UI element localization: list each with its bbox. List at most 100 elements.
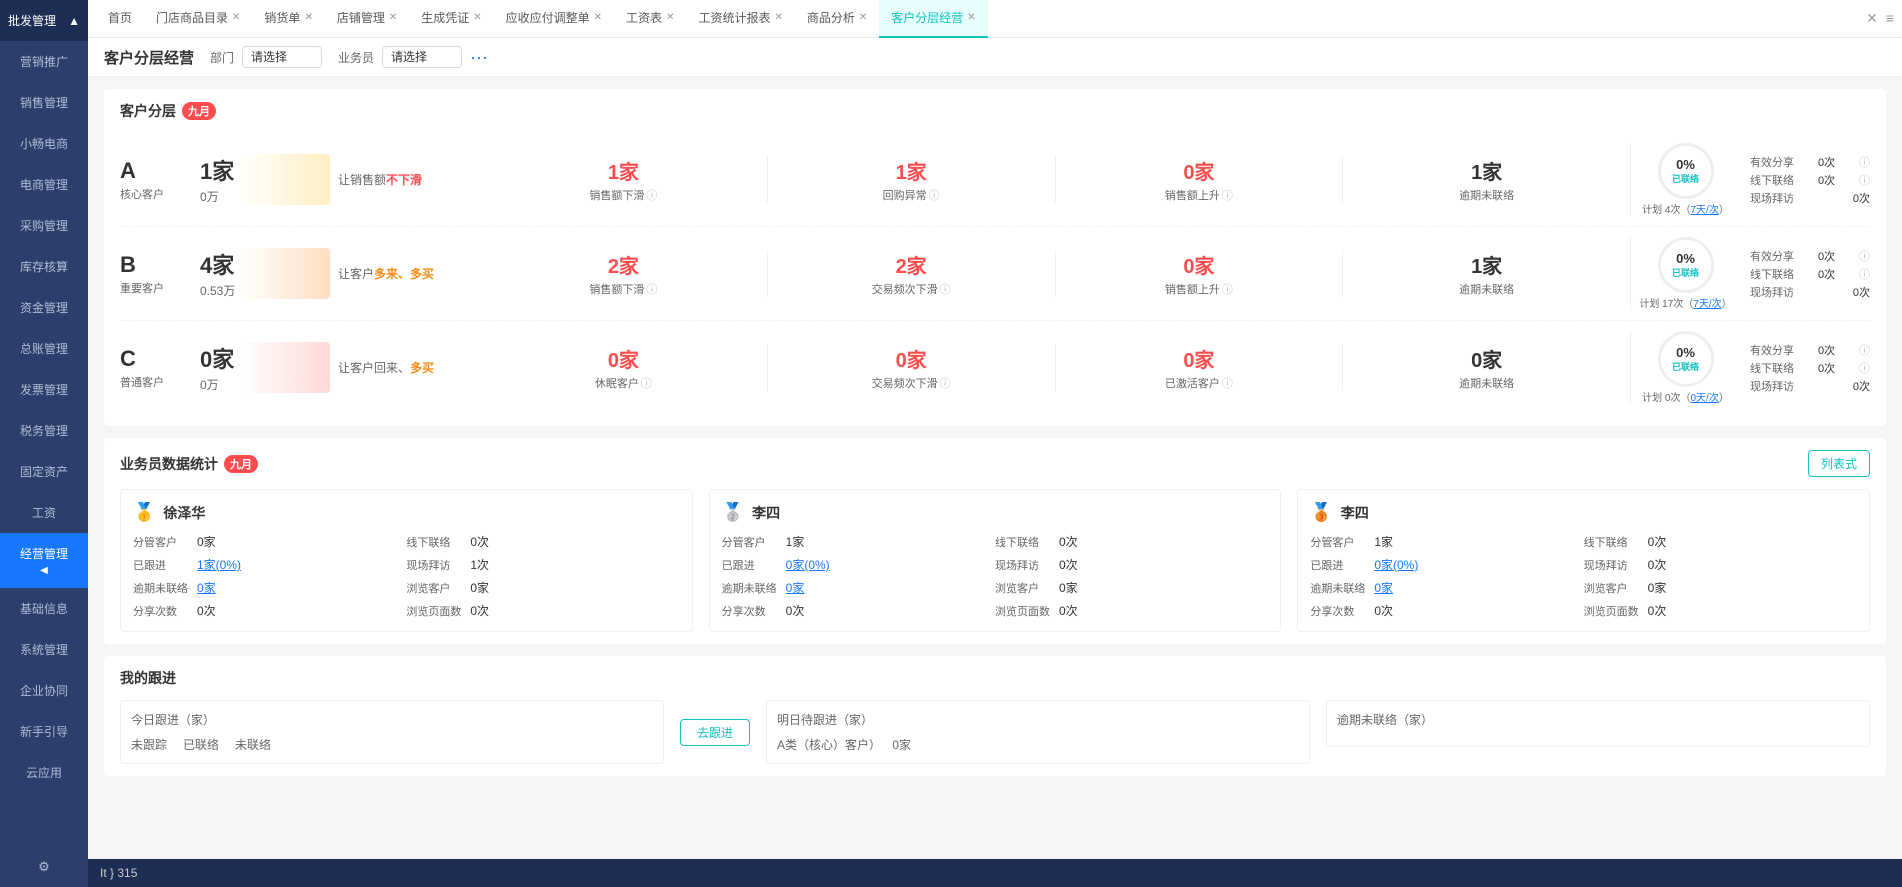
tab-close-icon[interactable]: ✕	[594, 12, 602, 23]
sidebar-item-kucun[interactable]: 库存核算	[0, 246, 88, 287]
followup-title: 我的跟进	[120, 668, 1870, 688]
filter-more-icon[interactable]: ···	[470, 47, 488, 68]
tab-close-icon[interactable]: ✕	[967, 12, 975, 23]
tier-b-metrics: 2家 销售额下滑 ⓘ 2家 交易频次下滑 ⓘ 0家 销售额上升 ⓘ 1家 逾期未…	[480, 250, 1630, 297]
sidebar-item-zhangzhang[interactable]: 总账管理	[0, 328, 88, 369]
sidebar-item-gudingzichan[interactable]: 固定资产	[0, 451, 88, 492]
biz-stats-title: 业务员数据统计 九月	[120, 454, 258, 474]
stat-row: 浏览客户 0家	[995, 579, 1268, 596]
sidebar-item-label: 小畅电商	[4, 135, 84, 152]
tier-b-metric-2: 2家 交易频次下滑 ⓘ	[768, 250, 1056, 297]
sidebar-item-xiaoshou[interactable]: 销售管理	[0, 82, 88, 123]
medal-bronze-icon: 🥉	[1310, 502, 1332, 523]
settings-icon[interactable]: ⚙	[0, 847, 88, 887]
stat-row: 浏览客户 0家	[406, 579, 679, 596]
stat-row: 分管客户 0家	[133, 533, 406, 550]
sidebar-item-label: 基础信息	[4, 600, 84, 617]
tier-c-row: C 普通客户 0家 0万 让客户回来、多买 0家 休眠客户 ⓘ	[120, 321, 1870, 414]
stat-row: 分享次数 0次	[1310, 602, 1583, 619]
tab-xiaohuo[interactable]: 销货单 ✕	[252, 0, 324, 38]
tab-close-icon[interactable]: ✕	[774, 12, 782, 23]
tab-close-icon[interactable]: ✕	[389, 12, 397, 23]
stat-row: 现场拜访 1次	[406, 556, 679, 573]
sidebar-item-label: 固定资产	[4, 463, 84, 480]
followup-link[interactable]: 0家(0%)	[1374, 556, 1418, 573]
tab-close-icon[interactable]: ✕	[473, 12, 481, 23]
tab-home[interactable]: 首页	[96, 0, 144, 38]
sidebar-item-jichuxinxi[interactable]: 基础信息	[0, 588, 88, 629]
stat-row: 分管客户 1家	[1310, 533, 1583, 550]
sidebar-collapse-icon[interactable]: ▲	[68, 14, 80, 28]
biz-card-2-stats: 分管客户 1家 线下联络 0次 已跟进 0家(0%) 现场拜访	[722, 533, 1269, 619]
tier-c-suggestion: 让客户回来、多买	[330, 359, 480, 376]
page-title: 客户分层经营	[104, 47, 194, 68]
tab-menshangpin[interactable]: 门店商品目录 ✕	[144, 0, 252, 38]
list-view-button[interactable]: 列表式	[1808, 450, 1870, 477]
sidebar-header[interactable]: 批发管理 ▲	[0, 0, 88, 41]
tier-a-stat: 1家 0万	[200, 154, 330, 205]
stat-row: 已跟进 0家(0%)	[722, 556, 995, 573]
tab-close-icon[interactable]: ✕	[859, 12, 867, 23]
tab-yingshoufu[interactable]: 应收应付调整单 ✕	[494, 0, 614, 38]
overdue-link[interactable]: 0家	[197, 579, 216, 596]
sidebar-item-jingying[interactable]: 经营管理 ◀	[0, 533, 88, 588]
medal-gold-icon: 🥇	[133, 502, 155, 523]
dept-filter-group: 部门 请选择	[210, 46, 322, 68]
sidebar-item-label: 工资	[4, 504, 84, 521]
sidebar-item-xinshouyindao[interactable]: 新手引导	[0, 711, 88, 752]
tier-a-metric-3: 0家 销售额上升 ⓘ	[1056, 156, 1344, 203]
dept-select[interactable]: 请选择	[242, 46, 322, 68]
tab-shengcheng[interactable]: 生成凭证 ✕	[409, 0, 493, 38]
tab-kehufenceng[interactable]: 客户分层经营 ✕	[879, 0, 987, 38]
stat-row: 浏览页面数 0次	[995, 602, 1268, 619]
sidebar-item-label: 云应用	[4, 764, 84, 781]
tab-controls: ✕ ≡	[1866, 10, 1894, 27]
tab-close-all-icon[interactable]: ✕	[1866, 10, 1878, 27]
stat-row: 现场拜访 0次	[1584, 556, 1857, 573]
sidebar-item-dianshang[interactable]: 电商管理	[0, 164, 88, 205]
followup-link[interactable]: 0家(0%)	[786, 556, 830, 573]
sidebar-item-label: 总账管理	[4, 340, 84, 357]
tab-dianpu[interactable]: 店铺管理 ✕	[325, 0, 409, 38]
tab-menu-icon[interactable]: ≡	[1886, 10, 1894, 27]
tab-gongzi[interactable]: 工资表 ✕	[614, 0, 686, 38]
tab-gongzitongji[interactable]: 工资统计报表 ✕	[686, 0, 794, 38]
staff-filter-group: 业务员 请选择 ···	[338, 46, 488, 68]
tier-a-metric-2: 1家 回购异常 ⓘ	[768, 156, 1056, 203]
tab-close-icon[interactable]: ✕	[232, 12, 240, 23]
staff-select[interactable]: 请选择	[382, 46, 462, 68]
overdue-link[interactable]: 0家	[1374, 579, 1393, 596]
sidebar-item-qiyexieyou[interactable]: 企业协同	[0, 670, 88, 711]
biz-card-2: 🥈 李四 分管客户 1家 线下联络 0次 已跟进	[709, 489, 1282, 632]
tab-close-icon[interactable]: ✕	[304, 12, 312, 23]
tab-close-icon[interactable]: ✕	[666, 12, 674, 23]
sidebar-item-xitong[interactable]: 系统管理	[0, 629, 88, 670]
followup-today-stats: 未跟踪 已联络 未联络	[131, 736, 653, 753]
sidebar-item-xiaodian[interactable]: 小畅电商	[0, 123, 88, 164]
tab-bar: 首页 门店商品目录 ✕ 销货单 ✕ 店铺管理 ✕ 生成凭证 ✕ 应收应付调整单 …	[88, 0, 1902, 38]
followup-tomorrow-panel: 明日待跟进（家） A类（核心）客户） 0家	[766, 700, 1310, 764]
sidebar-item-zijin[interactable]: 资金管理	[0, 287, 88, 328]
sidebar-item-gongzi[interactable]: 工资	[0, 492, 88, 533]
overdue-link[interactable]: 0家	[786, 579, 805, 596]
salesperson-1-name: 徐泽华	[163, 503, 205, 523]
stat-row: 浏览页面数 0次	[406, 602, 679, 619]
tab-shangpinfenxi[interactable]: 商品分析 ✕	[795, 0, 879, 38]
stat-row: 分享次数 0次	[133, 602, 406, 619]
sidebar-item-yunyingyong[interactable]: 云应用	[0, 752, 88, 793]
salesperson-3-name: 李四	[1341, 503, 1369, 523]
followup-link[interactable]: 1家(0%)	[197, 556, 241, 573]
main-area: 首页 门店商品目录 ✕ 销货单 ✕ 店铺管理 ✕ 生成凭证 ✕ 应收应付调整单 …	[88, 0, 1902, 887]
tier-c-label: C 普通客户	[120, 346, 200, 390]
biz-card-1-stats: 分管客户 0家 线下联络 0次 已跟进 1家(0%) 现场拜访	[133, 533, 680, 619]
biz-card-1: 🥇 徐泽华 分管客户 0家 线下联络 0次 已跟进	[120, 489, 693, 632]
sidebar-item-caigou[interactable]: 采购管理	[0, 205, 88, 246]
sidebar-item-fapiao[interactable]: 发票管理	[0, 369, 88, 410]
goto-followup-button[interactable]: 去跟进	[680, 719, 750, 746]
customer-tiers-section: 客户分层 九月 A 核心客户 1家 0万 让销售额不下滑	[104, 89, 1886, 426]
followup-overdue-panel: 逾期未联络（家）	[1326, 700, 1870, 747]
stat-row: 已跟进 1家(0%)	[133, 556, 406, 573]
tier-c-metric-4: 0家 逾期未联络	[1343, 344, 1630, 391]
sidebar-item-shuiwu[interactable]: 税务管理	[0, 410, 88, 451]
sidebar-item-yingxiao[interactable]: 营销推广	[0, 41, 88, 82]
